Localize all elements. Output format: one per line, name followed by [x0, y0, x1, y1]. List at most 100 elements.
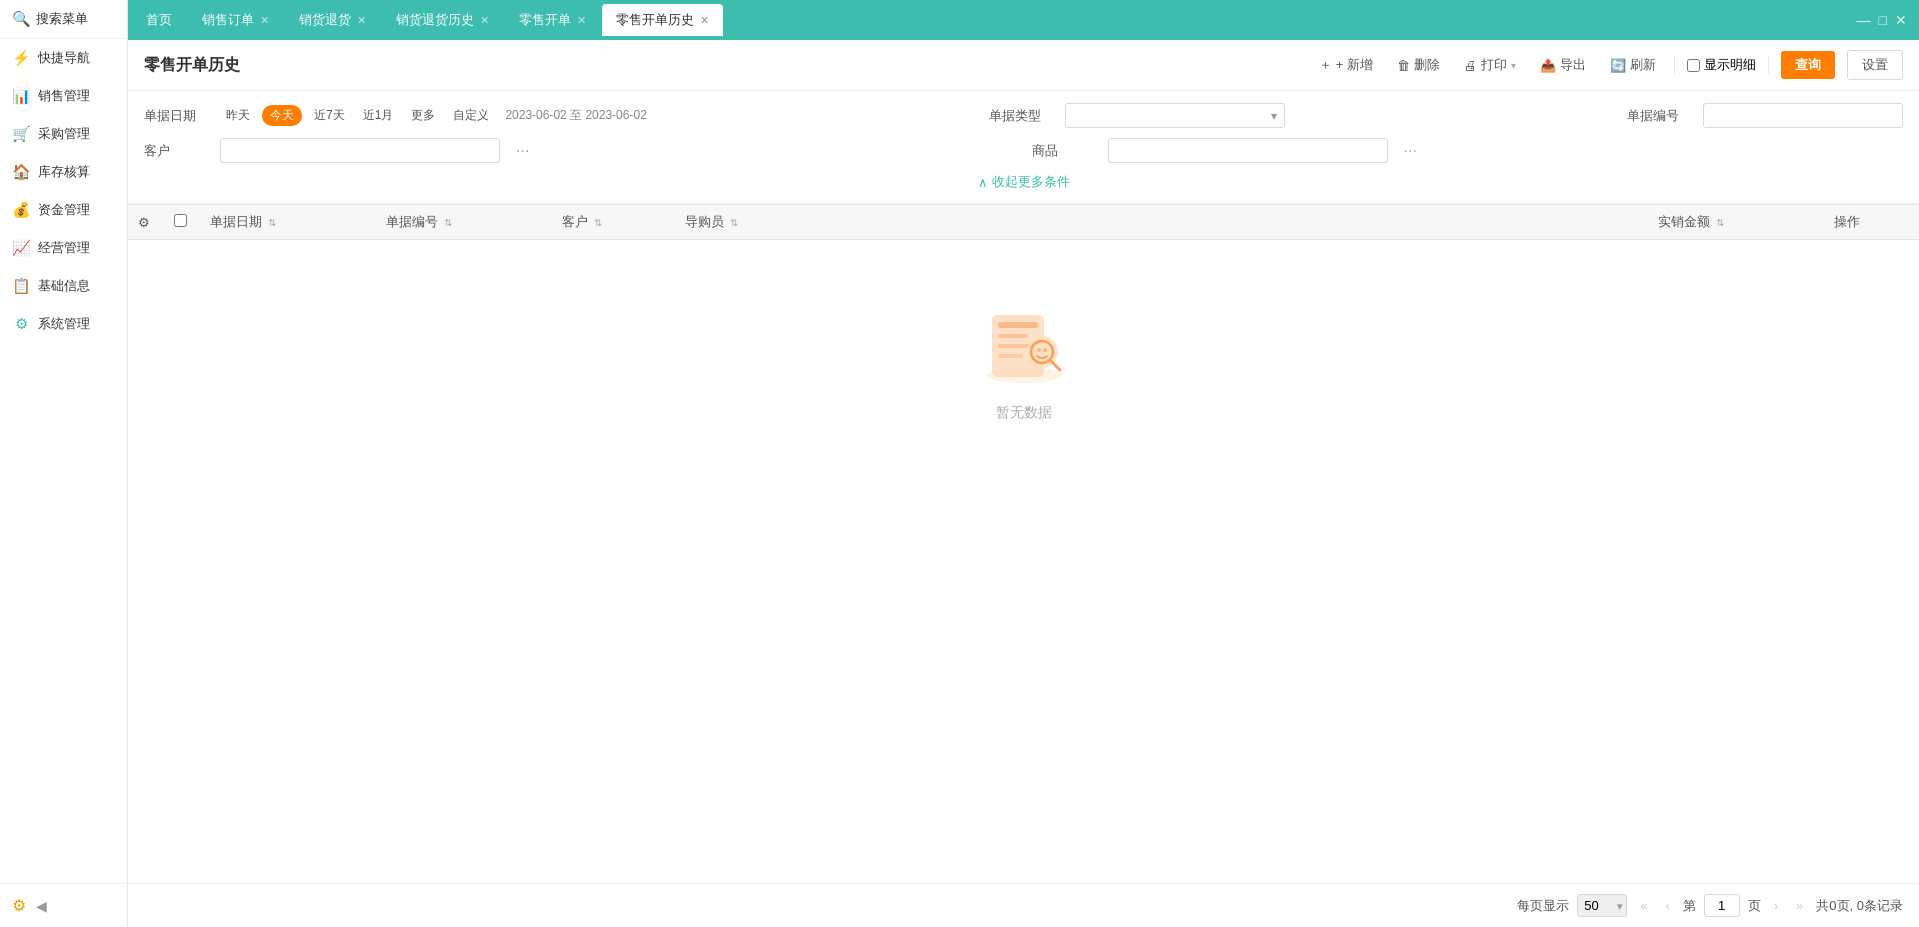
query-label: 查询 — [1795, 56, 1821, 74]
empty-text: 暂无数据 — [996, 404, 1052, 422]
last-page-button[interactable]: » — [1791, 896, 1808, 915]
date-range-text: 2023-06-02 至 2023-06-02 — [505, 107, 646, 124]
per-page-label: 每页显示 — [1517, 897, 1569, 915]
sidebar-gear-button[interactable]: ⚙ — [12, 896, 26, 915]
delete-icon: 🗑 — [1397, 58, 1410, 73]
page-size-select[interactable]: 50 10 20 100 — [1577, 894, 1627, 917]
page-title: 零售开单历史 — [144, 55, 240, 76]
print-label: 打印 — [1481, 56, 1507, 74]
quick-nav-icon: ⚡ — [12, 49, 30, 67]
display-detail-checkbox[interactable]: 显示明细 — [1687, 56, 1756, 74]
th-amount-label: 实销金额 — [1658, 214, 1710, 229]
tab-sales-return-label: 销货退货 — [299, 11, 351, 29]
th-date[interactable]: 单据日期 ⇅ — [200, 205, 376, 240]
date-btn-custom[interactable]: 自定义 — [447, 105, 495, 126]
sidebar-item-label: 系统管理 — [38, 315, 90, 333]
th-customer-label: 客户 — [562, 214, 588, 229]
tab-retail-open-history[interactable]: 零售开单历史 ✕ — [602, 4, 723, 36]
add-button[interactable]: ＋ + 新增 — [1313, 52, 1379, 78]
tab-sales-order[interactable]: 销售订单 ✕ — [188, 4, 283, 36]
toolbar-divider2 — [1768, 56, 1769, 74]
svg-point-9 — [1037, 348, 1041, 352]
sidebar-item-label: 快捷导航 — [38, 49, 90, 67]
sidebar-item-label: 基础信息 — [38, 277, 90, 295]
delete-button[interactable]: 🗑 删除 — [1391, 52, 1446, 78]
tab-sales-return-close[interactable]: ✕ — [357, 14, 366, 27]
sidebar-item-operations[interactable]: 📈 经营管理 — [0, 229, 127, 267]
sidebar-item-label: 库存核算 — [38, 163, 90, 181]
export-button[interactable]: 📤 导出 — [1534, 52, 1592, 78]
sidebar-item-inventory[interactable]: 🏠 库存核算 — [0, 153, 127, 191]
maximize-button[interactable]: □ — [1879, 12, 1887, 28]
date-btn-last-month[interactable]: 近1月 — [357, 105, 400, 126]
customer-dots[interactable]: ··· — [516, 142, 529, 160]
sidebar-item-system[interactable]: ⚙ 系统管理 — [0, 305, 127, 343]
operations-icon: 📈 — [12, 239, 30, 257]
tab-retail-open-history-label: 零售开单历史 — [616, 11, 694, 29]
number-sort-icon: ⇅ — [444, 217, 452, 228]
print-button[interactable]: 🖨 打印 ▾ — [1458, 52, 1522, 78]
prev-page-button[interactable]: ‹ — [1660, 896, 1674, 915]
th-number[interactable]: 单据编号 ⇅ — [376, 205, 552, 240]
refresh-button[interactable]: 🔄 刷新 — [1604, 52, 1662, 78]
tabs-bar: 首页 销售订单 ✕ 销货退货 ✕ 销货退货历史 ✕ 零售开单 ✕ 零售开单历史 … — [128, 0, 1919, 40]
table-area: ⚙ 单据日期 ⇅ 单据编号 ⇅ — [128, 204, 1919, 883]
empty-icon — [974, 300, 1074, 390]
sidebar-item-finance[interactable]: 💰 资金管理 — [0, 191, 127, 229]
next-page-button[interactable]: › — [1769, 896, 1783, 915]
sidebar-item-purchase-mgmt[interactable]: 🛒 采购管理 — [0, 115, 127, 153]
date-btn-today[interactable]: 今天 — [262, 105, 302, 126]
goods-dots[interactable]: ··· — [1404, 142, 1417, 160]
main-area: 首页 销售订单 ✕ 销货退货 ✕ 销货退货历史 ✕ 零售开单 ✕ 零售开单历史 … — [128, 0, 1919, 927]
tab-sales-return-history-close[interactable]: ✕ — [480, 14, 489, 27]
th-spacer — [825, 205, 1648, 240]
date-filter-label: 单据日期 — [144, 107, 204, 125]
filter-row-2: 客户 ··· 商品 ··· — [144, 138, 1903, 163]
th-customer[interactable]: 客户 ⇅ — [552, 205, 675, 240]
print-dropdown-icon[interactable]: ▾ — [1511, 60, 1516, 71]
th-settings[interactable]: ⚙ — [128, 205, 164, 240]
sidebar: 🔍 搜索菜单 ⚡ 快捷导航 📊 销售管理 🛒 采购管理 🏠 库存核算 💰 资金管… — [0, 0, 128, 927]
first-page-button[interactable]: « — [1635, 896, 1652, 915]
type-select[interactable] — [1065, 103, 1285, 128]
tab-sales-return[interactable]: 销货退货 ✕ — [285, 4, 380, 36]
sidebar-collapse-button[interactable]: ◀ — [36, 898, 47, 914]
tab-sales-order-close[interactable]: ✕ — [260, 14, 269, 27]
tab-sales-return-history[interactable]: 销货退货历史 ✕ — [382, 4, 503, 36]
refresh-label: 刷新 — [1630, 56, 1656, 74]
settings-button[interactable]: 设置 — [1847, 50, 1903, 80]
page-number-input[interactable] — [1704, 894, 1740, 917]
goods-filter-label: 商品 — [1032, 142, 1092, 160]
date-shortcuts: 昨天 今天 近7天 近1月 更多 自定义 2023-06-02 至 2023-0… — [220, 105, 647, 126]
date-btn-last7[interactable]: 近7天 — [308, 105, 351, 126]
tab-retail-open-history-close[interactable]: ✕ — [700, 14, 709, 27]
minimize-button[interactable]: — — [1857, 12, 1871, 28]
sidebar-item-quick-nav[interactable]: ⚡ 快捷导航 — [0, 39, 127, 77]
goods-filter-input[interactable] — [1108, 138, 1388, 163]
th-guide[interactable]: 导购员 ⇅ — [675, 205, 824, 240]
tab-retail-open[interactable]: 零售开单 ✕ — [505, 4, 600, 36]
export-label: 导出 — [1560, 56, 1586, 74]
pagination-bar: 每页显示 50 10 20 100 « ‹ 第 页 › » 共0页, 0条记录 — [128, 883, 1919, 927]
date-btn-yesterday[interactable]: 昨天 — [220, 105, 256, 126]
select-all-checkbox[interactable] — [174, 214, 187, 227]
collapse-filter-button[interactable]: ∧ 收起更多条件 — [144, 173, 1903, 191]
date-btn-more[interactable]: 更多 — [405, 105, 441, 126]
display-detail-check[interactable] — [1687, 59, 1700, 72]
close-button[interactable]: ✕ — [1895, 12, 1907, 28]
sidebar-item-sales-mgmt[interactable]: 📊 销售管理 — [0, 77, 127, 115]
th-amount[interactable]: 实销金额 ⇅ — [1648, 205, 1824, 240]
tab-home[interactable]: 首页 — [132, 4, 186, 36]
tab-retail-open-close[interactable]: ✕ — [577, 14, 586, 27]
export-icon: 📤 — [1540, 58, 1556, 73]
amount-sort-icon: ⇅ — [1716, 217, 1724, 228]
customer-filter-input[interactable] — [220, 138, 500, 163]
add-icon: ＋ — [1319, 56, 1332, 74]
query-button[interactable]: 查询 — [1781, 51, 1835, 79]
sidebar-item-basic-info[interactable]: 📋 基础信息 — [0, 267, 127, 305]
number-filter-input[interactable] — [1703, 103, 1903, 128]
sales-mgmt-icon: 📊 — [12, 87, 30, 105]
sidebar-search[interactable]: 🔍 搜索菜单 — [0, 0, 127, 39]
settings-icon[interactable]: ⚙ — [138, 215, 150, 230]
toolbar-divider — [1674, 56, 1675, 74]
